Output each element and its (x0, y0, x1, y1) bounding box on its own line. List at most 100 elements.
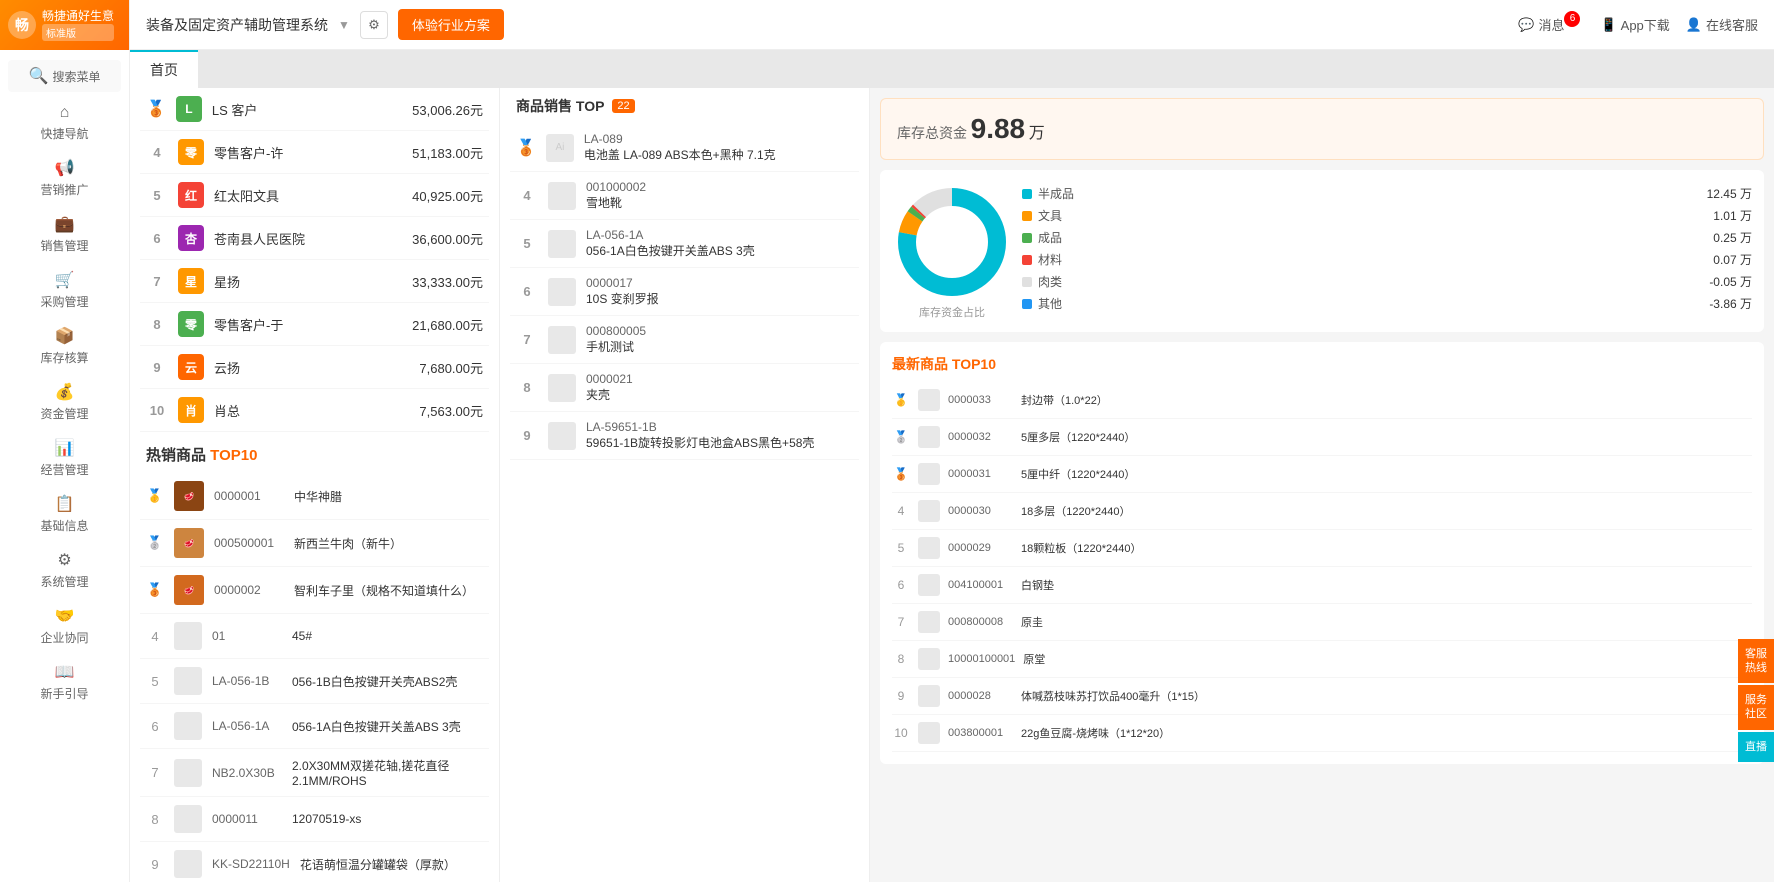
top-goods-badge: 22 (612, 99, 634, 113)
rank-number: 7 (516, 332, 538, 347)
legend-item-3: 材料 0.07 万 (1022, 251, 1752, 268)
product-placeholder (174, 622, 202, 650)
product-placeholder (548, 230, 576, 258)
product-item-2: 🥈 🥩 000500001 新西兰牛肉（新牛） (140, 520, 489, 567)
topbar: 装备及固定资产辅助管理系统 ▼ ⚙ 体验行业方案 💬 消息 6 📱 App下载 … (130, 0, 1774, 50)
sidebar-item-search[interactable]: 🔍 搜索菜单 (8, 60, 121, 92)
product-rank: 🥈 (146, 535, 164, 551)
hot-products-title: 热销商品 TOP10 (130, 432, 499, 473)
product-rank: 🥉 (146, 582, 164, 598)
legend-color-dot (1022, 233, 1032, 243)
rank-number: 6 (516, 284, 538, 299)
latest-code: 003800001 (948, 727, 1013, 739)
latest-products-section: 最新商品 TOP10 🥇 0000033 封边带（1.0*22） 🥈 00 (880, 342, 1764, 764)
legend-color-dot (1022, 211, 1032, 221)
customer-avatar: 肖 (178, 397, 204, 423)
rank-number: 4 (146, 145, 168, 160)
product-name: 新西兰牛肉（新牛） (294, 535, 483, 552)
latest-code: 000800008 (948, 616, 1013, 628)
sidebar-item-inventory[interactable]: 📦 库存核算 (0, 318, 129, 374)
logo-icon: 畅 (8, 11, 36, 39)
latest-name: 白钢垫 (1021, 577, 1752, 593)
sales-icon: 💼 (55, 214, 75, 234)
right-panel-inner: 库存总资金 9.88 万 (870, 98, 1774, 784)
sidebar-item-purchase[interactable]: 🛒 采购管理 (0, 262, 129, 318)
sidebar-item-operation[interactable]: 📊 经营管理 (0, 430, 129, 486)
product-item-3: 🥉 🥩 0000002 智利车子里（规格不知道填什么） (140, 567, 489, 614)
latest-rank: 5 (892, 541, 910, 555)
rank-number: 6 (146, 231, 168, 246)
legend-item-2: 成品 0.25 万 (1022, 229, 1752, 246)
product-name: 056-1B白色按键开关壳ABS2壳 (292, 673, 483, 690)
hot-products-section: 热销商品 TOP10 🥇 🥩 0000001 中华神腊 🥈 🥩 00050000… (130, 432, 499, 882)
sales-value: 51,183.00元 (412, 143, 483, 162)
tab-home[interactable]: 首页 (130, 50, 198, 88)
latest-placeholder (918, 611, 940, 633)
sales-value: 7,680.00元 (419, 358, 483, 377)
app-download-button[interactable]: 📱 App下载 (1600, 15, 1669, 34)
sidebar-item-guide[interactable]: 📖 新手引导 (0, 654, 129, 710)
rank-number: 4 (516, 188, 538, 203)
inventory-total-section: 库存总资金 9.88 万 (880, 98, 1764, 160)
latest-code: 0000028 (948, 690, 1013, 702)
latest-placeholder (918, 500, 940, 522)
chart-section: 库存资金占比 半成品 12.45 万 文具 1.01 万 (880, 170, 1764, 332)
sidebar-item-marketing[interactable]: 📢 营销推广 (0, 150, 129, 206)
float-btn-community[interactable]: 服务社区 (1738, 685, 1774, 730)
settings-button[interactable]: ⚙ (360, 11, 388, 39)
sidebar-item-corp[interactable]: 🤝 企业协同 (0, 598, 129, 654)
product-image: 🥩 (174, 528, 204, 558)
inventory-total-label: 库存总资金 (897, 123, 967, 143)
product-item-1: 🥇 🥩 0000001 中华神腊 (140, 473, 489, 520)
legend-item-5: 其他 -3.86 万 (1022, 295, 1752, 312)
float-btn-live[interactable]: 直播 (1738, 732, 1774, 762)
rank-item-5: 5 红 红太阳文具 40,925.00元 (140, 174, 489, 217)
sidebar-operation-label: 经营管理 (40, 461, 88, 478)
center-item-9: 9 LA-59651-1B 59651-1B旋转投影灯电池盒ABS黑色+58壳 (510, 412, 859, 460)
trial-button[interactable]: 体验行业方案 (398, 9, 504, 40)
sidebar-item-sales[interactable]: 💼 销售管理 (0, 206, 129, 262)
product-image: 🥩 (174, 575, 204, 605)
product-item-9: 9 KK-SD22110H 花语萌恒温分罐罐袋（厚款） (140, 842, 489, 882)
product-name: 12070519-xs (292, 812, 483, 826)
latest-code: 0000031 (948, 468, 1013, 480)
float-btn-service[interactable]: 客服热线 (1738, 639, 1774, 684)
customer-avatar: 红 (178, 182, 204, 208)
latest-products-title: 最新商品 TOP10 (892, 354, 1752, 374)
sidebar-item-base[interactable]: 📋 基础信息 (0, 486, 129, 542)
customer-name: 苍南县人民医院 (214, 229, 402, 248)
latest-name: 原圭 (1021, 614, 1752, 630)
top-goods-title: 商品销售 TOP (516, 96, 604, 116)
inventory-alloc-label: 库存资金占比 (919, 304, 985, 320)
customer-name: 星扬 (214, 272, 402, 291)
left-panel: 🥉 L LS 客户 53,006.26元 4 零 零售客户-许 51,183.0… (130, 88, 500, 882)
medal-icon: 🥉 (146, 99, 166, 119)
product-rank: 🥇 (146, 488, 164, 504)
legend-value: -3.86 万 (1709, 295, 1752, 312)
customer-name: 红太阳文具 (214, 186, 402, 205)
product-code: KK-SD22110H (212, 857, 290, 871)
product-code: 0000002 (214, 583, 284, 597)
notification-button[interactable]: 💬 消息 6 (1518, 15, 1584, 34)
app-download-label: App下载 (1621, 15, 1670, 34)
product-rank: 8 (146, 812, 164, 827)
latest-rank: 🥉 (892, 467, 910, 481)
sidebar-item-system[interactable]: ⚙ 系统管理 (0, 542, 129, 598)
sidebar-logo: 畅 畅捷通好生意 标准版 (0, 0, 129, 50)
legend-item-1: 文具 1.01 万 (1022, 207, 1752, 224)
legend-color-dot (1022, 277, 1032, 287)
sidebar-item-finance[interactable]: 💰 资金管理 (0, 374, 129, 430)
rank-item-10: 10 肖 肖总 7,563.00元 (140, 389, 489, 432)
online-service-label: 在线客服 (1706, 15, 1758, 34)
customer-avatar: 零 (178, 311, 204, 337)
product-placeholder (548, 326, 576, 354)
center-item-6: 6 0000017 10S 变刹罗报 (510, 268, 859, 316)
latest-item-7: 7 000800008 原圭 (892, 604, 1752, 641)
latest-name: 18颗粒板（1220*2440） (1021, 540, 1752, 556)
customer-name: 云扬 (214, 358, 409, 377)
sidebar-item-quicknav[interactable]: ⌂ 快捷导航 (0, 96, 129, 150)
online-service-button[interactable]: 👤 在线客服 (1686, 15, 1758, 34)
center-rank-list: 🥉 Ai LA-089 电池盖 LA-089 ABS本色+黑种 7.1克 4 0… (500, 124, 869, 460)
center-item-4: 4 001000002 雪地靴 (510, 172, 859, 220)
product-name: 花语萌恒温分罐罐袋（厚款） (300, 856, 483, 873)
